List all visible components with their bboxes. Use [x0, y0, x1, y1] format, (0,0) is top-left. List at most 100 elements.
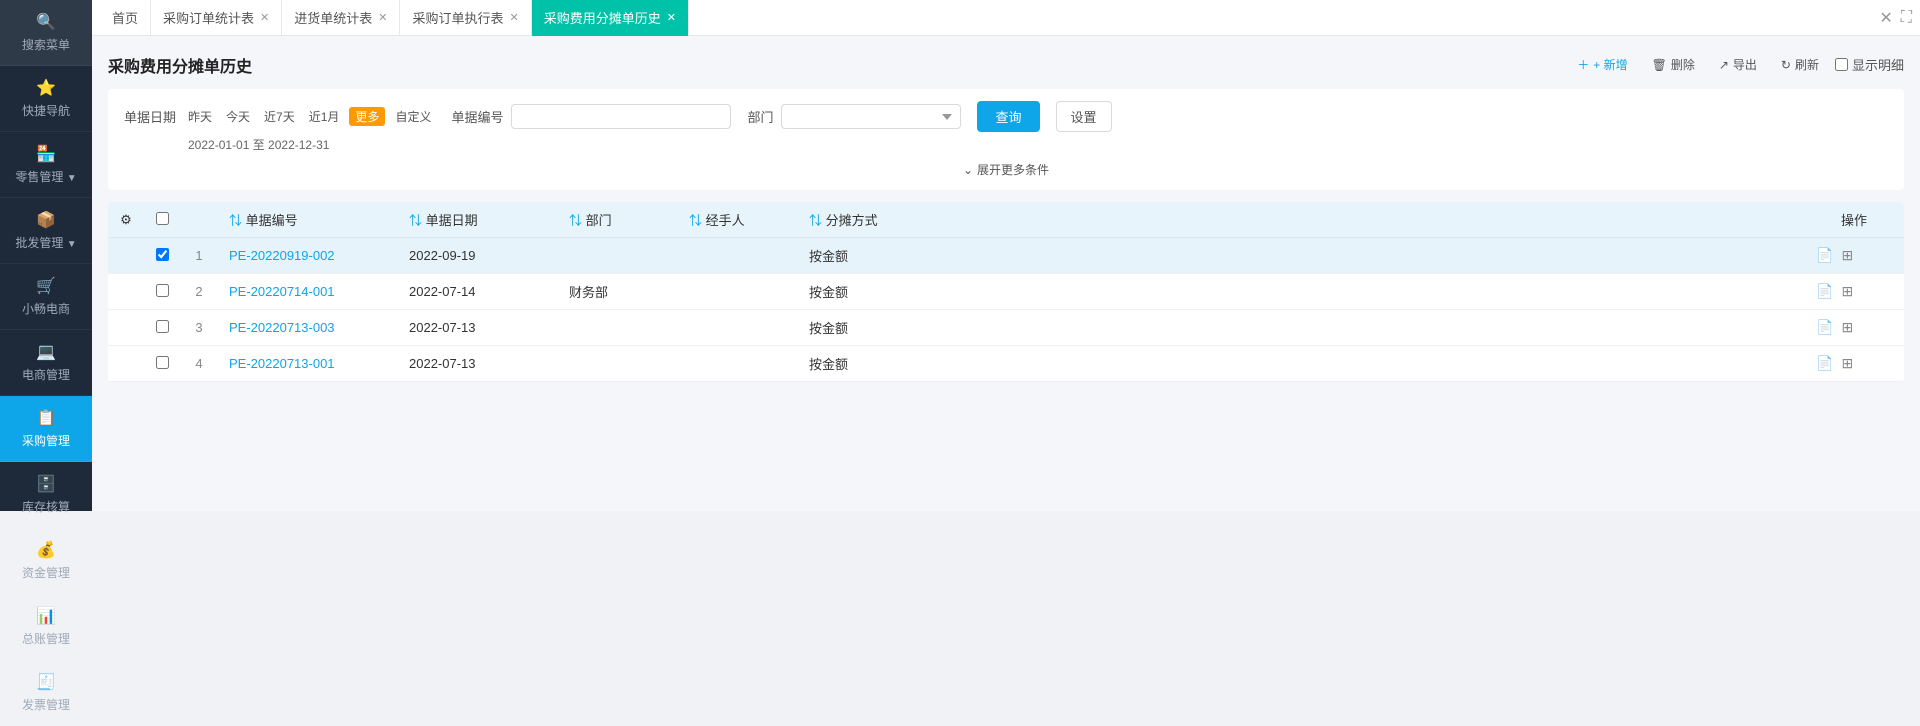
sidebar-item-purchase[interactable]: 📋 采购管理	[0, 396, 92, 462]
toolbar: ＋ + 新增 🗑 删除 ↗ 导出 ↻ 刷新 显示明细	[1569, 52, 1904, 77]
date-shortcuts: 昨天 今天 近7天 近1月 更多 自定义	[184, 107, 435, 126]
tab-home[interactable]: 首页	[100, 0, 151, 36]
refresh-icon: ↻	[1781, 58, 1791, 72]
row-billno-link[interactable]: PE-20220713-003	[229, 320, 335, 335]
row-billno-link[interactable]: PE-20220713-001	[229, 356, 335, 371]
table-area: ⚙ ⇅ 单据编号 ⇅ 单据日期	[108, 202, 1904, 382]
tab-close-purchase-order-exec[interactable]: ✕	[510, 11, 519, 24]
sidebar-item-search[interactable]: 🔍 搜索菜单	[0, 0, 92, 66]
shortcut-today[interactable]: 今天	[222, 107, 254, 126]
sidebar-item-accounting[interactable]: 📊 总账管理	[0, 594, 92, 660]
query-button[interactable]: 查询	[977, 101, 1039, 132]
row-dept: 财务部	[557, 274, 677, 310]
delete-button[interactable]: 🗑 删除	[1644, 52, 1703, 77]
refresh-button[interactable]: ↻ 刷新	[1773, 52, 1827, 77]
billno-input[interactable]	[511, 104, 731, 129]
sort-icon-date[interactable]: ⇅	[409, 213, 422, 228]
maximize-icon[interactable]: ⛶	[1901, 9, 1912, 27]
col-checkbox-header	[144, 202, 181, 238]
sort-icon-handler[interactable]: ⇅	[689, 213, 702, 228]
row-date: 2022-07-14	[397, 274, 557, 310]
main-area: 首页 采购订单统计表 ✕ 进货单统计表 ✕ 采购订单执行表 ✕ 采购费用分摊单历…	[92, 0, 1920, 511]
row-method: 按金额	[797, 238, 1804, 274]
row-num: 4	[181, 346, 217, 382]
show-cols-group: 显示明细	[1835, 55, 1904, 74]
detail-icon[interactable]: ⊞	[1841, 283, 1853, 300]
detail-icon[interactable]: ⊞	[1841, 355, 1853, 372]
sidebar-item-retail[interactable]: 🏪 零售管理 ▼	[0, 132, 92, 198]
tab-close-purchase-goods-summary[interactable]: ✕	[378, 11, 387, 24]
col-settings[interactable]: ⚙	[108, 202, 144, 238]
edit-icon[interactable]: 📄	[1816, 283, 1833, 300]
search-icon: 🔍	[8, 12, 84, 32]
sidebar-item-mini-shop[interactable]: 🛒 小畅电商	[0, 264, 92, 330]
tab-purchase-cost-history[interactable]: 采购费用分摊单历史 ✕	[532, 0, 689, 36]
add-icon: ＋	[1577, 56, 1589, 73]
tab-purchase-goods-summary[interactable]: 进货单统计表 ✕	[282, 0, 400, 36]
sort-icon-method[interactable]: ⇅	[809, 213, 822, 228]
sort-icon-dept[interactable]: ⇅	[569, 213, 582, 228]
row-billno-link[interactable]: PE-20220714-001	[229, 284, 335, 299]
sidebar-item-ecommerce[interactable]: 💻 电商管理	[0, 330, 92, 396]
row-billno: PE-20220919-002	[217, 238, 397, 274]
row-checkbox[interactable]	[156, 284, 169, 297]
shortcut-custom[interactable]: 自定义	[391, 107, 435, 126]
sidebar-item-wholesale[interactable]: 📦 批发管理 ▼	[0, 198, 92, 264]
sidebar-item-quick-nav[interactable]: ⭐ 快捷导航	[0, 66, 92, 132]
col-num-header	[181, 202, 217, 238]
row-billno-link[interactable]: PE-20220919-002	[229, 248, 335, 263]
page-header: 采购费用分摊单历史 ＋ + 新增 🗑 删除 ↗ 导出 ↻ 刷新	[108, 52, 1904, 77]
row-date: 2022-07-13	[397, 346, 557, 382]
col-method-header: ⇅ 分摊方式	[797, 202, 1804, 238]
select-all-checkbox[interactable]	[156, 212, 169, 225]
filter-date-group: 单据日期 昨天 今天 近7天 近1月 更多 自定义	[124, 107, 435, 126]
row-settings-icon	[108, 310, 144, 346]
shortcut-7days[interactable]: 近7天	[260, 107, 299, 126]
detail-icon[interactable]: ⊞	[1841, 319, 1853, 336]
shortcut-yesterday[interactable]: 昨天	[184, 107, 216, 126]
close-tab-icon[interactable]: ✕	[1879, 8, 1892, 28]
sidebar-item-invoice[interactable]: 🧾 发票管理	[0, 660, 92, 726]
row-checkbox[interactable]	[156, 320, 169, 333]
tab-purchase-order-exec[interactable]: 采购订单执行表 ✕	[400, 0, 531, 36]
data-table: ⚙ ⇅ 单据编号 ⇅ 单据日期	[108, 202, 1904, 382]
row-checkbox-cell	[144, 310, 181, 346]
dept-label: 部门	[747, 107, 773, 126]
sidebar-item-inventory[interactable]: 🗄️ 库存核算	[0, 462, 92, 528]
tab-purchase-order-summary[interactable]: 采购订单统计表 ✕	[151, 0, 282, 36]
tab-close-purchase-order-summary[interactable]: ✕	[260, 11, 269, 24]
edit-icon[interactable]: 📄	[1816, 355, 1833, 372]
row-dept	[557, 346, 677, 382]
row-num: 3	[181, 310, 217, 346]
export-button[interactable]: ↗ 导出	[1711, 52, 1765, 77]
shortcut-1month[interactable]: 近1月	[305, 107, 344, 126]
edit-icon[interactable]: 📄	[1816, 247, 1833, 264]
expand-more-button[interactable]: ⌄ 展开更多条件	[963, 161, 1049, 178]
settings-button[interactable]: 设置	[1056, 101, 1112, 132]
sidebar-item-finance[interactable]: 💰 资金管理	[0, 528, 92, 594]
content-area: 采购费用分摊单历史 ＋ + 新增 🗑 删除 ↗ 导出 ↻ 刷新	[92, 36, 1920, 511]
col-billno-header: ⇅ 单据编号	[217, 202, 397, 238]
row-billno: PE-20220713-001	[217, 346, 397, 382]
row-checkbox[interactable]	[156, 356, 169, 369]
dept-select[interactable]: 财务部	[781, 104, 961, 129]
edit-icon[interactable]: 📄	[1816, 319, 1833, 336]
row-actions: 📄 ⊞	[1804, 238, 1904, 274]
tab-close-purchase-cost-history[interactable]: ✕	[667, 11, 676, 24]
add-button[interactable]: ＋ + 新增	[1569, 52, 1635, 77]
row-billno: PE-20220714-001	[217, 274, 397, 310]
row-handler	[677, 274, 797, 310]
show-cols-checkbox[interactable]	[1835, 58, 1848, 71]
row-settings-icon	[108, 274, 144, 310]
shortcut-more[interactable]: 更多	[349, 107, 385, 126]
detail-icon[interactable]: ⊞	[1841, 247, 1853, 264]
export-icon: ↗	[1719, 58, 1729, 72]
table-row: 2 PE-20220714-001 2022-07-14 财务部 按金额 📄 ⊞	[108, 274, 1904, 310]
row-checkbox-cell	[144, 238, 181, 274]
receipt-icon: 🧾	[8, 672, 84, 692]
clipboard-icon: 📋	[8, 408, 84, 428]
row-checkbox[interactable]	[156, 248, 169, 261]
sort-icon-billno[interactable]: ⇅	[229, 213, 242, 228]
row-date: 2022-07-13	[397, 310, 557, 346]
row-checkbox-cell	[144, 274, 181, 310]
